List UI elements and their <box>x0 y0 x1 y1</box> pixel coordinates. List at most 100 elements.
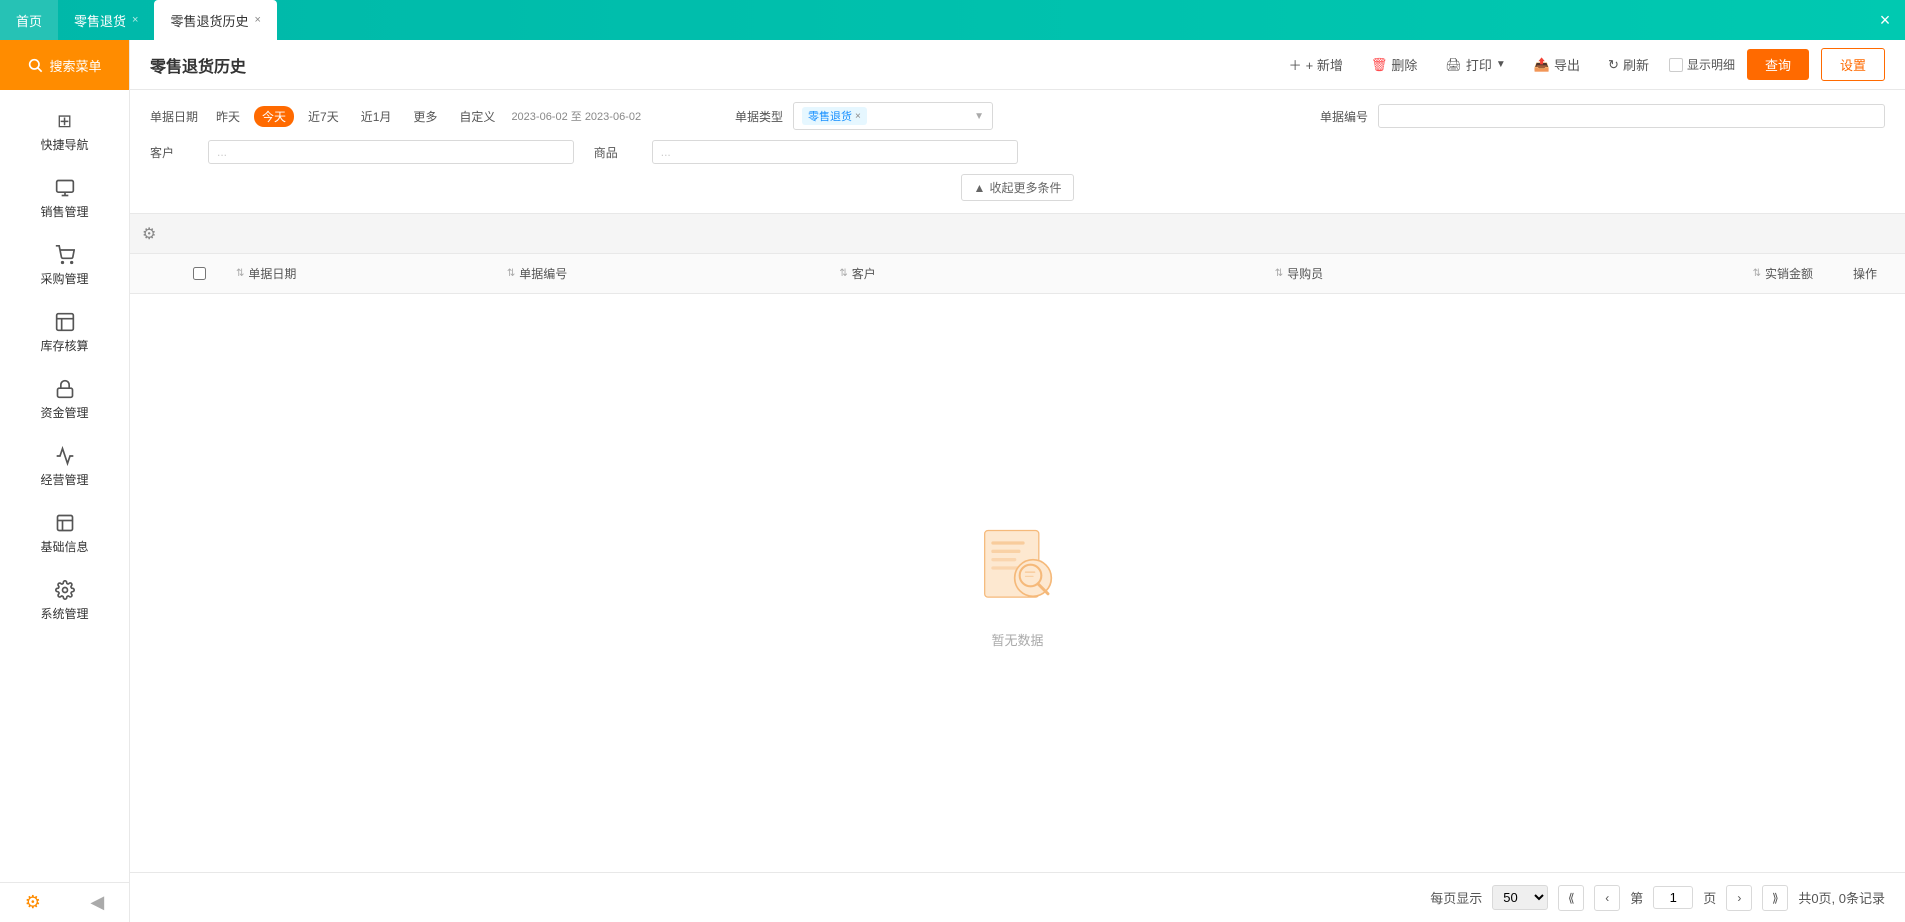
delete-button[interactable]: 🗑 删除 <box>1363 51 1426 78</box>
sidebar-item-sales-label: 销售管理 <box>40 203 88 220</box>
sort-amount-icon[interactable]: ⇅ <box>1753 268 1761 279</box>
content-area: 零售退货历史 ＋ + 新增 🗑 删除 🖨 打印 ▼ 📤 导出 <box>130 40 1905 922</box>
sort-guide-icon[interactable]: ⇅ <box>1275 268 1283 279</box>
last-page-button[interactable]: ⟫ <box>1762 885 1788 911</box>
show-detail-checkbox[interactable] <box>1669 58 1683 72</box>
inventory-icon <box>54 311 76 333</box>
goods-input[interactable] <box>652 140 1018 164</box>
select-all-checkbox[interactable] <box>193 267 206 280</box>
date-btn-custom[interactable]: 自定义 <box>451 106 503 127</box>
sidebar-item-purchase[interactable]: 采购管理 <box>0 232 129 299</box>
date-btn-7days[interactable]: 近7天 <box>300 106 347 127</box>
sidebar-item-finance-label: 资金管理 <box>40 404 88 421</box>
th-guide: ⇅ 导购员 <box>1263 265 1596 282</box>
refresh-button[interactable]: ↻ 刷新 <box>1600 51 1657 78</box>
doc-type-label: 单据类型 <box>735 108 785 125</box>
print-chevron-icon: ▼ <box>1496 59 1506 70</box>
date-btn-yesterday[interactable]: 昨天 <box>208 106 248 127</box>
new-button[interactable]: ＋ + 新增 <box>1281 51 1351 78</box>
goods-label: 商品 <box>594 144 644 161</box>
date-btn-1month[interactable]: 近1月 <box>353 106 400 127</box>
sidebar-bottom: ⚙ ◀ <box>0 882 129 922</box>
next-page-button[interactable]: › <box>1726 885 1752 911</box>
delete-icon: 🗑 <box>1371 57 1388 73</box>
doc-num-label: 单据编号 <box>1320 108 1370 125</box>
total-pages-label: 共0页, 0条记录 <box>1798 888 1885 907</box>
collapse-sidebar-icon[interactable]: ◀ <box>90 892 104 913</box>
sidebar-item-operations[interactable]: 经营管理 <box>0 433 129 500</box>
date-filter-group: 单据日期 昨天 今天 近7天 近1月 更多 自定义 2023-06-02 至 2… <box>150 106 715 127</box>
doc-type-selector[interactable]: 零售退货 × ▼ <box>793 102 993 130</box>
system-icon <box>54 579 76 601</box>
sort-num-icon[interactable]: ⇅ <box>507 268 515 279</box>
tab-home[interactable]: 首页 <box>0 0 58 40</box>
customer-label: 客户 <box>150 144 200 161</box>
search-icon <box>27 57 43 73</box>
collapse-label: 收起更多条件 <box>989 179 1061 196</box>
table-header: ⇅ 单据日期 ⇅ 单据编号 ⇅ 客户 ⇅ 导购员 ⇅ 实销金额 <box>130 254 1905 294</box>
tab-retail-return[interactable]: 零售退货 × <box>58 0 154 40</box>
table-container: ⚙ ⇅ 单据日期 ⇅ 单据编号 ⇅ 客户 <box>130 214 1905 872</box>
window-close-button[interactable]: × <box>1865 0 1905 40</box>
settings-bottom-icon[interactable]: ⚙ <box>25 892 41 913</box>
doc-type-tag-close[interactable]: × <box>855 111 861 122</box>
page-label-end: 页 <box>1703 888 1716 907</box>
doc-type-chevron-icon: ▼ <box>974 111 984 122</box>
search-menu-label: 搜索菜单 <box>49 56 101 75</box>
page-size-label: 每页显示 <box>1430 888 1482 907</box>
th-date-label: 单据日期 <box>248 265 296 282</box>
new-button-label: + 新增 <box>1306 55 1343 74</box>
print-button[interactable]: 🖨 打印 ▼ <box>1437 51 1513 78</box>
page-title: 零售退货历史 <box>150 53 246 77</box>
date-range-display: 2023-06-02 至 2023-06-02 <box>511 108 641 124</box>
collapse-button[interactable]: ▲ 收起更多条件 <box>961 174 1075 201</box>
th-number-label: 单据编号 <box>519 265 567 282</box>
sidebar-nav: ⊞ 快捷导航 销售管理 采购管理 <box>0 90 129 882</box>
tab-home-label: 首页 <box>16 11 42 30</box>
sidebar-item-purchase-label: 采购管理 <box>40 270 88 287</box>
export-button[interactable]: 📤 导出 <box>1526 51 1588 78</box>
customer-input[interactable] <box>208 140 574 164</box>
goods-filter-group: 商品 <box>594 140 1018 164</box>
show-detail-label: 显示明细 <box>1669 56 1735 73</box>
empty-text: 暂无数据 <box>991 630 1043 649</box>
search-menu-button[interactable]: 搜索菜单 <box>0 40 129 90</box>
sidebar-item-system[interactable]: 系统管理 <box>0 567 129 634</box>
operations-icon <box>54 445 76 467</box>
th-customer-label: 客户 <box>852 265 876 282</box>
settings-button[interactable]: 设置 <box>1821 48 1885 81</box>
first-page-button[interactable]: ⟪ <box>1558 885 1584 911</box>
sidebar-item-quick-nav[interactable]: ⊞ 快捷导航 <box>0 98 129 165</box>
query-button[interactable]: 查询 <box>1747 49 1809 80</box>
new-button-icon: ＋ <box>1289 55 1302 74</box>
date-filter-label: 单据日期 <box>150 108 200 125</box>
page-number-input[interactable] <box>1653 886 1693 909</box>
tab-retail-return-label: 零售退货 <box>74 11 126 30</box>
table-settings-icon[interactable]: ⚙ <box>142 224 156 244</box>
purchase-icon <box>54 244 76 266</box>
tab-retail-return-history-close[interactable]: × <box>254 14 260 26</box>
sidebar-item-sales[interactable]: 销售管理 <box>0 165 129 232</box>
finance-icon <box>54 378 76 400</box>
th-checkbox[interactable] <box>174 267 224 280</box>
print-button-label: 打印 <box>1466 55 1492 74</box>
sidebar-item-inventory-label: 库存核算 <box>40 337 88 354</box>
tab-retail-return-history-label: 零售退货历史 <box>170 11 248 30</box>
tab-retail-return-close[interactable]: × <box>132 14 138 26</box>
filter-row-1: 单据日期 昨天 今天 近7天 近1月 更多 自定义 2023-06-02 至 2… <box>150 102 1885 130</box>
sidebar-item-finance[interactable]: 资金管理 <box>0 366 129 433</box>
sort-customer-icon[interactable]: ⇅ <box>839 268 847 279</box>
doc-num-filter-group: 单据编号 <box>1320 104 1885 128</box>
table-body: 暂无数据 <box>130 294 1905 872</box>
export-icon: 📤 <box>1534 57 1550 73</box>
tab-retail-return-history[interactable]: 零售退货历史 × <box>154 0 276 40</box>
page-size-select[interactable]: 10 20 50 100 <box>1492 885 1548 910</box>
doc-num-input[interactable] <box>1378 104 1885 128</box>
sidebar-item-inventory[interactable]: 库存核算 <box>0 299 129 366</box>
date-btn-today[interactable]: 今天 <box>254 106 294 127</box>
sort-date-icon[interactable]: ⇅ <box>236 268 244 279</box>
header-actions: ＋ + 新增 🗑 删除 🖨 打印 ▼ 📤 导出 ↻ <box>1281 48 1885 81</box>
prev-page-button[interactable]: ‹ <box>1594 885 1620 911</box>
sidebar-item-base-info[interactable]: 基础信息 <box>0 500 129 567</box>
date-btn-more[interactable]: 更多 <box>405 106 445 127</box>
